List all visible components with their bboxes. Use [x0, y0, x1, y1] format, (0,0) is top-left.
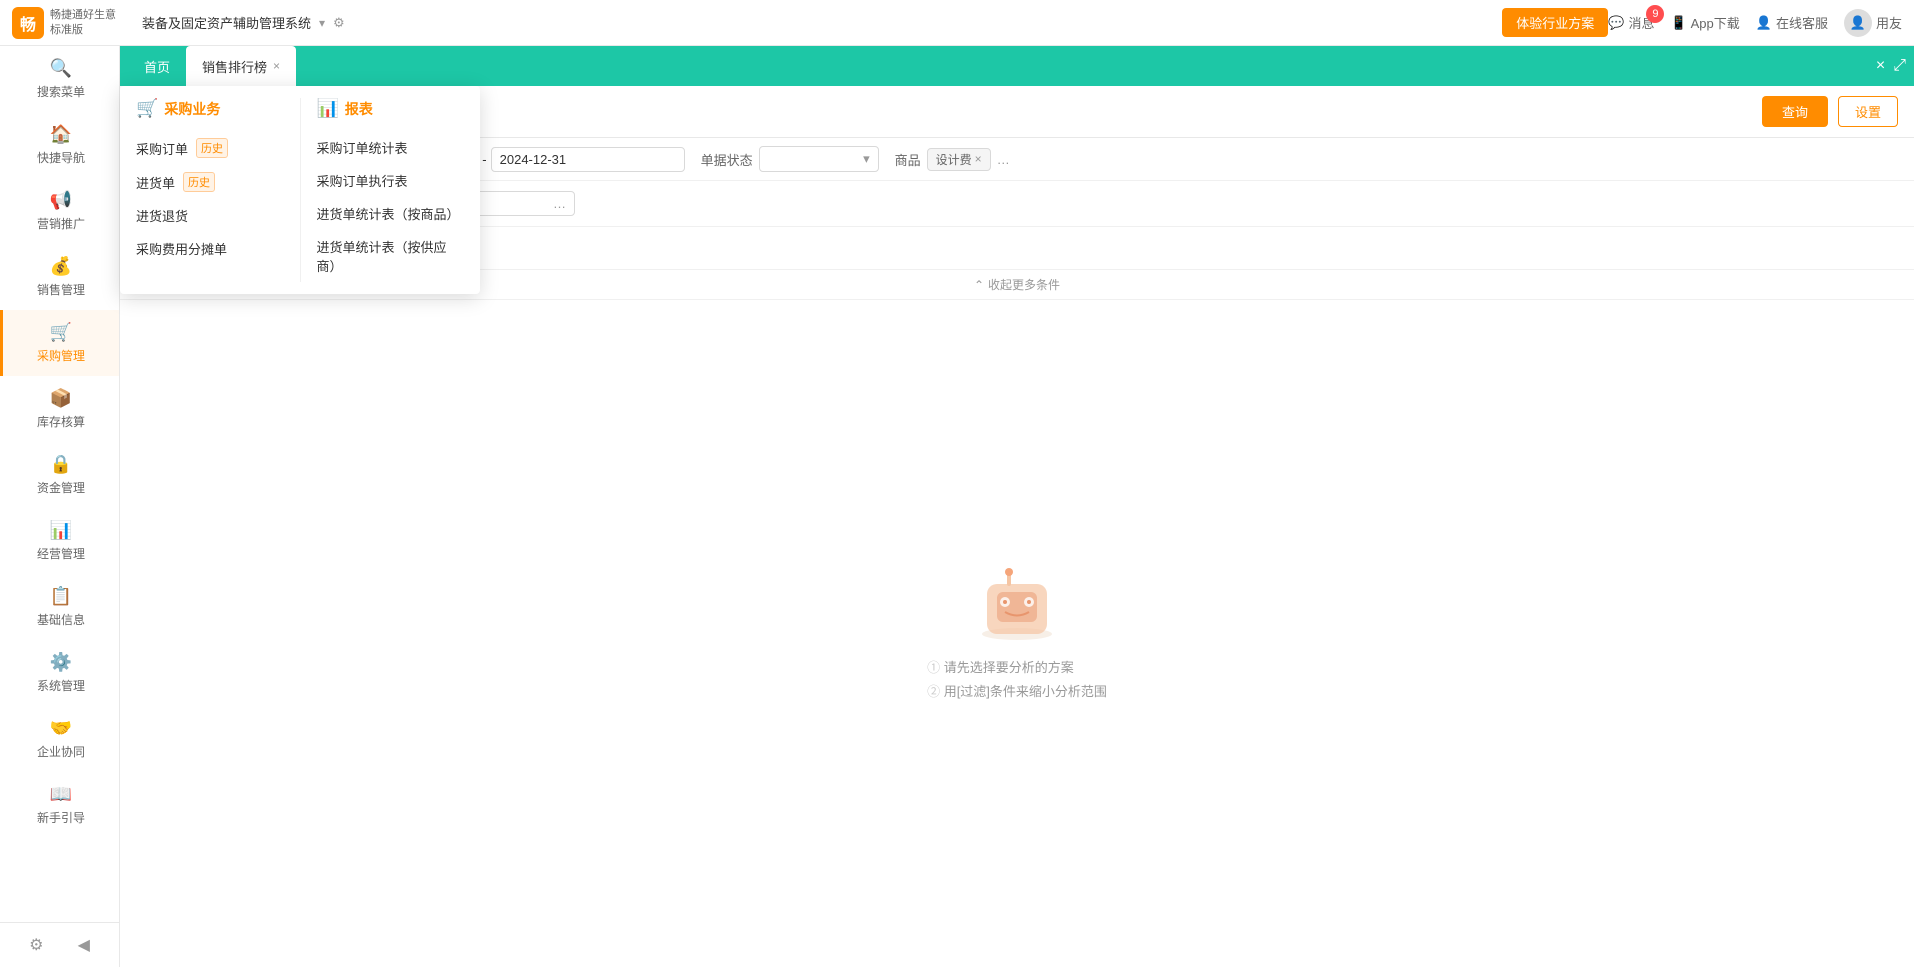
report-col-icon: 📊 — [317, 98, 339, 119]
industry-button[interactable]: 体验行业方案 — [1502, 8, 1608, 37]
sidebar-item-purchase[interactable]: 🛒 采购管理 — [0, 310, 119, 376]
tabs-bar-right: × ⤢ — [1876, 57, 1906, 75]
dropdown-report-col: 📊 报表 采购订单统计表 采购订单执行表 进货单统计表（按商品） 进货单统计表（… — [301, 98, 481, 282]
dropdown-item-goods-in-stat-product[interactable]: 进货单统计表（按商品） — [317, 197, 465, 230]
sidebar-item-enterprise[interactable]: 🤝 企业协同 — [0, 706, 119, 772]
sidebar-item-system[interactable]: ⚙️ 系统管理 — [0, 640, 119, 706]
goods-tag-close-icon[interactable]: × — [975, 152, 982, 166]
purchase-col-icon: 🛒 — [136, 98, 158, 119]
goods-filter: 商品 设计费 × … — [895, 148, 1010, 171]
phone-icon: 📱 — [1670, 15, 1686, 31]
tabs-bar: 首页 销售排行榜 × × ⤢ — [120, 46, 1914, 86]
toolbar-right: 查询 设置 — [1762, 96, 1898, 127]
chevron-down-icon: ▾ — [863, 151, 870, 167]
goods-more-icon[interactable]: … — [997, 152, 1010, 167]
dropdown-purchase-col: 🛒 采购业务 采购订单 历史 进货单 历史 进货退货 采购费用分摊单 — [120, 98, 301, 282]
sidebar-footer: ⚙ ◀ — [0, 922, 119, 967]
enterprise-icon: 🤝 — [50, 718, 72, 739]
basic-icon: 📋 — [50, 586, 72, 607]
history-badge: 历史 — [196, 138, 228, 158]
service-icon: 👤 — [1756, 15, 1772, 31]
sidebar-item-inventory[interactable]: 📦 库存核算 — [0, 376, 119, 442]
logo-icon: 畅 — [12, 7, 44, 39]
system-title: 装备及固定资产辅助管理系统 ▾ ⚙ — [132, 13, 1502, 32]
sidebar-item-basic[interactable]: 📋 基础信息 — [0, 574, 119, 640]
dropdown-item-purchase-order[interactable]: 采购订单 历史 — [136, 131, 284, 165]
marketing-icon: 📢 — [50, 190, 72, 211]
dropdown-item-return-goods[interactable]: 进货退货 — [136, 199, 284, 232]
search-icon: 🔍 — [50, 58, 72, 79]
sidebar-item-marketing[interactable]: 📢 营销推广 — [0, 178, 119, 244]
tab-close-icon[interactable]: × — [273, 59, 280, 73]
gear-icon[interactable]: ⚙ — [333, 15, 345, 31]
logo-area: 畅 畅捷通好生意 标准版 — [12, 7, 132, 39]
sales-icon: 💰 — [50, 256, 72, 277]
date-end-input[interactable] — [491, 147, 685, 172]
dropdown-item-goods-in[interactable]: 进货单 历史 — [136, 165, 284, 199]
logo-text: 畅捷通好生意 标准版 — [50, 8, 116, 37]
sidebar-item-quick[interactable]: 🏠 快捷导航 — [0, 112, 119, 178]
avatar: 👤 — [1844, 9, 1872, 37]
dropdown-item-purchase-order-stat[interactable]: 采购订单统计表 — [317, 131, 465, 164]
dropdown-item-purchase-order-exec[interactable]: 采购订单执行表 — [317, 164, 465, 197]
salesman-more-icon[interactable]: … — [553, 196, 566, 211]
voucher-status-filter: 单据状态 ▾ — [701, 146, 879, 172]
empty-text: 请先选择要分析的方案 用[过滤]条件来缩小分析范围 — [927, 656, 1107, 703]
settings-icon[interactable]: ⚙ — [29, 935, 43, 955]
sidebar-item-operations[interactable]: 📊 经营管理 — [0, 508, 119, 574]
voucher-status-select[interactable]: ▾ — [759, 146, 879, 172]
dropdown-item-purchase-expense[interactable]: 采购费用分摊单 — [136, 232, 284, 265]
empty-state: 请先选择要分析的方案 用[过滤]条件来缩小分析范围 — [120, 300, 1914, 967]
setting-button[interactable]: 设置 — [1838, 96, 1898, 127]
user-menu[interactable]: 👤 用友 — [1844, 9, 1902, 37]
history-badge: 历史 — [183, 172, 215, 192]
online-service-button[interactable]: 👤 在线客服 — [1756, 13, 1828, 32]
header-right: 💬 消息 9 📱 App下载 👤 在线客服 👤 用友 — [1608, 9, 1902, 37]
message-button[interactable]: 💬 消息 9 — [1608, 13, 1654, 32]
sidebar: 🔍 搜索菜单 🏠 快捷导航 📢 营销推广 💰 销售管理 🛒 采购管理 📦 库存核… — [0, 46, 120, 967]
purchase-col-title: 🛒 采购业务 — [136, 98, 284, 119]
window-close-icon[interactable]: × — [1876, 57, 1885, 75]
query-button[interactable]: 查询 — [1762, 96, 1828, 127]
sidebar-item-finance[interactable]: 🔒 资金管理 — [0, 442, 119, 508]
window-expand-icon[interactable]: ⤢ — [1893, 57, 1906, 75]
top-header: 畅 畅捷通好生意 标准版 装备及固定资产辅助管理系统 ▾ ⚙ 体验行业方案 💬 … — [0, 0, 1914, 46]
collapse-icon[interactable]: ◀ — [78, 935, 90, 955]
dropdown-columns: 🛒 采购业务 采购订单 历史 进货单 历史 进货退货 采购费用分摊单 📊 报表 — [120, 98, 480, 282]
inventory-icon: 📦 — [50, 388, 72, 409]
sidebar-item-search[interactable]: 🔍 搜索菜单 — [0, 46, 119, 112]
operations-icon: 📊 — [50, 520, 72, 541]
sidebar-item-guide[interactable]: 📖 新手引导 — [0, 772, 119, 838]
goods-tag: 设计费 × — [927, 148, 991, 171]
dropdown-item-goods-in-stat-supplier[interactable]: 进货单统计表（按供应商） — [317, 230, 465, 282]
collapse-up-icon: ⌃ — [974, 278, 984, 292]
purchase-icon: 🛒 — [50, 322, 72, 343]
report-col-title: 📊 报表 — [317, 98, 465, 119]
system-icon: ⚙️ — [50, 652, 72, 673]
sidebar-item-sales[interactable]: 💰 销售管理 — [0, 244, 119, 310]
empty-illustration — [967, 564, 1067, 644]
tab-home[interactable]: 首页 — [128, 46, 186, 86]
purchase-dropdown-menu: 🛒 采购业务 采购订单 历史 进货单 历史 进货退货 采购费用分摊单 📊 报表 — [120, 86, 480, 294]
app-download-button[interactable]: 📱 App下载 — [1670, 13, 1739, 32]
home-icon: 🏠 — [50, 124, 72, 145]
guide-icon: 📖 — [50, 784, 72, 805]
message-badge: 9 — [1646, 5, 1664, 23]
tab-sales-rank[interactable]: 销售排行榜 × — [186, 46, 296, 86]
dropdown-arrow-icon[interactable]: ▾ — [319, 16, 325, 30]
finance-icon: 🔒 — [50, 454, 72, 475]
message-icon: 💬 — [1608, 15, 1624, 31]
